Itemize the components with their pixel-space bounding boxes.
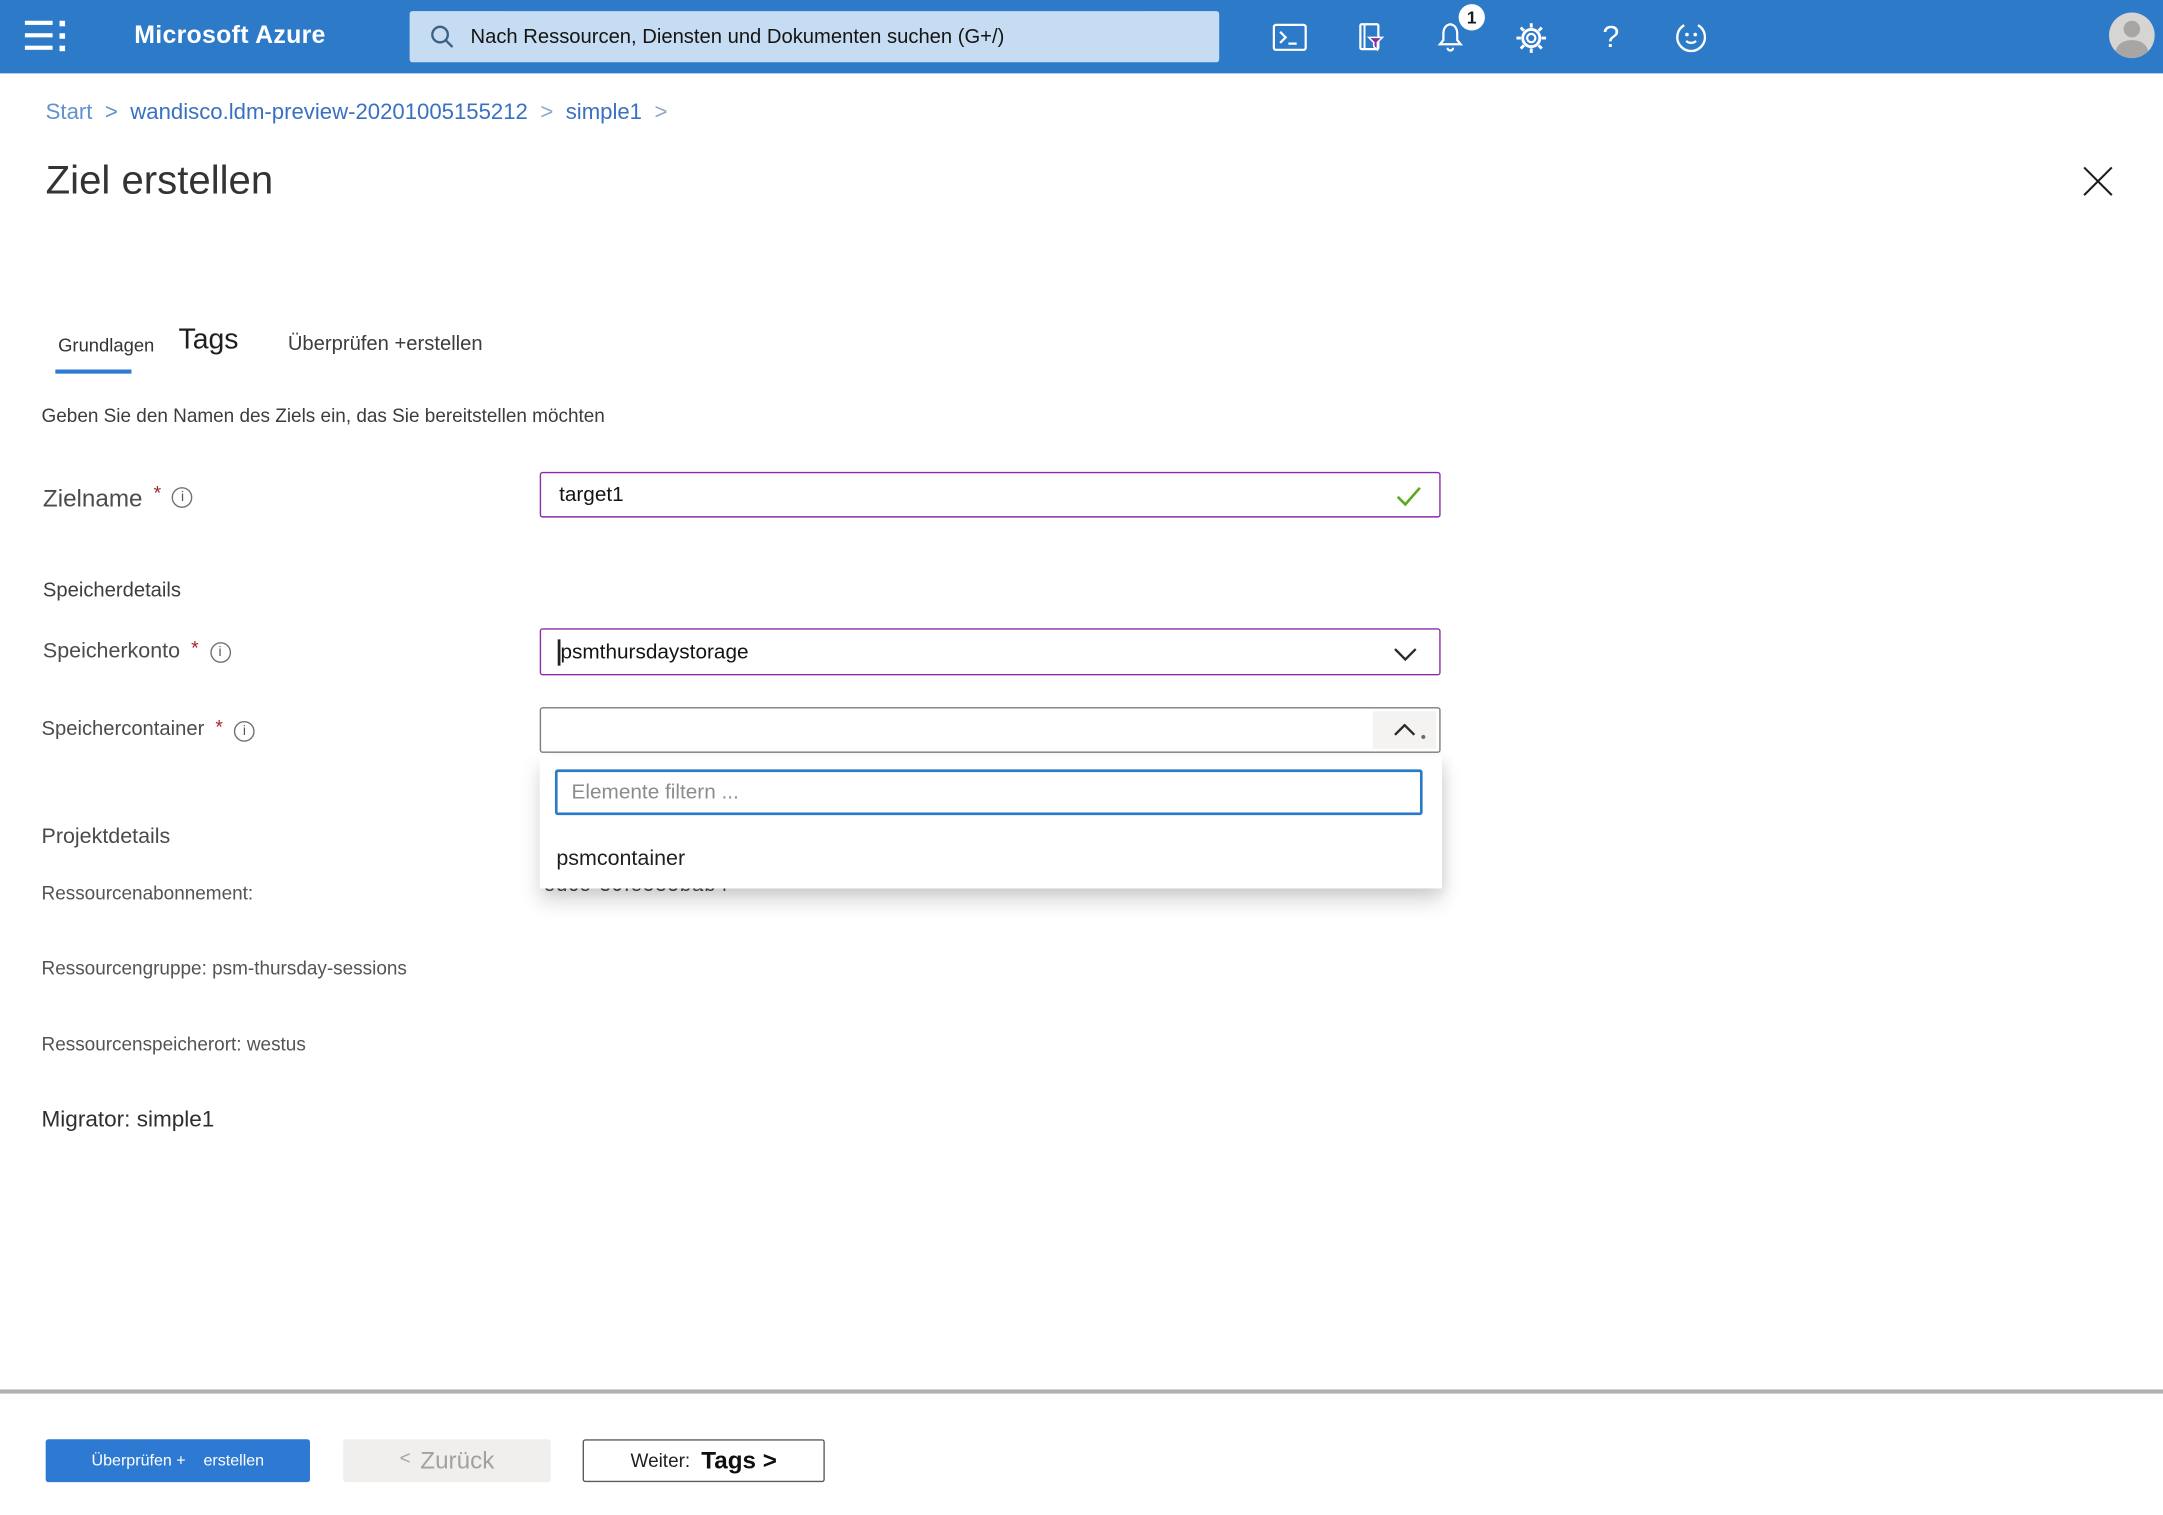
azure-brand-logo[interactable]: Microsoft Azure (134, 21, 325, 50)
resource-group-row: Ressourcengruppe: psm-thursday-sessions (42, 958, 407, 979)
speichercontainer-label-row: Speichercontainer * i (42, 718, 255, 740)
hamburger-bar (25, 21, 53, 25)
page-title: Ziel erstellen (46, 159, 274, 205)
migrator-row: Migrator: simple1 (42, 1107, 215, 1133)
zielname-label: Zielname (43, 484, 143, 513)
container-dropdown-panel: psmcontainer (540, 756, 1442, 889)
tab-tags[interactable]: Tags (179, 324, 239, 357)
active-tab-underline (55, 369, 131, 373)
directory-filter-icon[interactable] (1347, 14, 1394, 61)
azure-portal-page: Microsoft Azure (0, 0, 2163, 1515)
top-bar: Microsoft Azure (0, 0, 2163, 73)
resource-group-value: psm-thursday-sessions (212, 958, 407, 979)
speicherkonto-input[interactable] (541, 630, 1357, 674)
global-search[interactable] (410, 11, 1220, 62)
section-projektdetails: Projektdetails (42, 825, 171, 850)
zielname-input[interactable] (541, 473, 1439, 516)
text-caret (558, 639, 560, 665)
subscription-label: Ressourcenabonnement: (42, 883, 254, 904)
breadcrumb-separator: > (654, 101, 667, 126)
info-icon[interactable]: i (234, 721, 255, 742)
tab-ueberpruefen-erstellen[interactable]: Überprüfen +erstellen (288, 334, 483, 356)
speichercontainer-combobox[interactable] (540, 707, 1441, 753)
dropdown-option-psmcontainer[interactable]: psmcontainer (556, 847, 685, 872)
speichercontainer-input[interactable] (541, 709, 1364, 752)
dropdown-filter-field (555, 769, 1423, 815)
hamburger-dot (60, 46, 66, 52)
cloud-shell-icon[interactable] (1266, 14, 1313, 61)
next-tags-button[interactable]: Weiter: Tags > (583, 1439, 825, 1482)
breadcrumb-item-migrator[interactable]: wandisco.ldm-preview-20201005155212 (130, 101, 528, 126)
tab-grundlagen[interactable]: Grundlagen (58, 335, 154, 356)
close-icon[interactable] (2080, 163, 2116, 199)
speicherkonto-label: Speicherkonto (43, 639, 180, 664)
zielname-label-row: Zielname * i (43, 484, 193, 513)
breadcrumb-item-simple1[interactable]: simple1 (566, 101, 642, 126)
notifications-bell-icon[interactable]: 1 (1427, 14, 1474, 61)
chevron-down-icon[interactable] (1394, 648, 1418, 662)
back-button[interactable]: < Zurück (343, 1439, 551, 1482)
intro-text: Geben Sie den Namen des Ziels ein, das S… (42, 405, 605, 426)
section-speicherdetails: Speicherdetails (43, 580, 181, 602)
required-asterisk: * (191, 637, 199, 659)
combobox-collapse-button[interactable] (1373, 711, 1437, 748)
combobox-dot (1421, 735, 1425, 739)
breadcrumb: Start > wandisco.ldm-preview-20201005155… (46, 101, 668, 126)
info-icon[interactable]: i (172, 487, 193, 508)
resource-location-value: westus (247, 1034, 306, 1055)
footer-divider (0, 1389, 2163, 1392)
speicherkonto-label-row: Speicherkonto * i (43, 639, 231, 664)
resource-group-label: Ressourcengruppe: (42, 958, 207, 979)
user-avatar[interactable] (2109, 12, 2155, 58)
breadcrumb-separator: > (105, 101, 118, 126)
review-create-button[interactable]: Überprüfen + erstellen (46, 1439, 310, 1482)
breadcrumb-item-start[interactable]: Start (46, 101, 93, 126)
required-asterisk: * (215, 715, 223, 737)
dropdown-filter-input[interactable] (558, 772, 1420, 812)
notification-count-badge: 1 (1459, 4, 1485, 30)
search-icon (429, 24, 455, 50)
breadcrumb-separator: > (540, 101, 553, 126)
resource-location-label: Ressourcenspeicherort: (42, 1034, 242, 1055)
migrator-value: simple1 (137, 1107, 215, 1132)
hamburger-dot (60, 21, 66, 27)
zielname-field (540, 472, 1441, 518)
next-prefix: Weiter: (631, 1450, 691, 1471)
feedback-smiley-icon[interactable] (1668, 14, 1715, 61)
hamburger-bar (25, 46, 53, 50)
valid-check-icon (1395, 484, 1423, 508)
back-label: Zurück (420, 1446, 494, 1475)
migrator-label: Migrator: (42, 1107, 131, 1132)
hamburger-dot (60, 33, 66, 39)
resource-location-row: Ressourcenspeicherort: westus (42, 1034, 306, 1055)
search-input[interactable] (471, 26, 1191, 48)
help-icon[interactable]: ? (1587, 14, 1634, 61)
chevron-up-icon (1394, 724, 1416, 736)
hamburger-menu-icon[interactable] (25, 18, 69, 55)
required-asterisk: * (154, 482, 162, 504)
settings-gear-icon[interactable] (1507, 14, 1554, 61)
next-emphasis: Tags > (701, 1446, 777, 1475)
speichercontainer-label: Speichercontainer (42, 718, 205, 740)
back-chevron: < (400, 1448, 411, 1469)
speicherkonto-field (540, 628, 1441, 675)
hamburger-bar (25, 33, 53, 37)
info-icon[interactable]: i (210, 642, 231, 663)
